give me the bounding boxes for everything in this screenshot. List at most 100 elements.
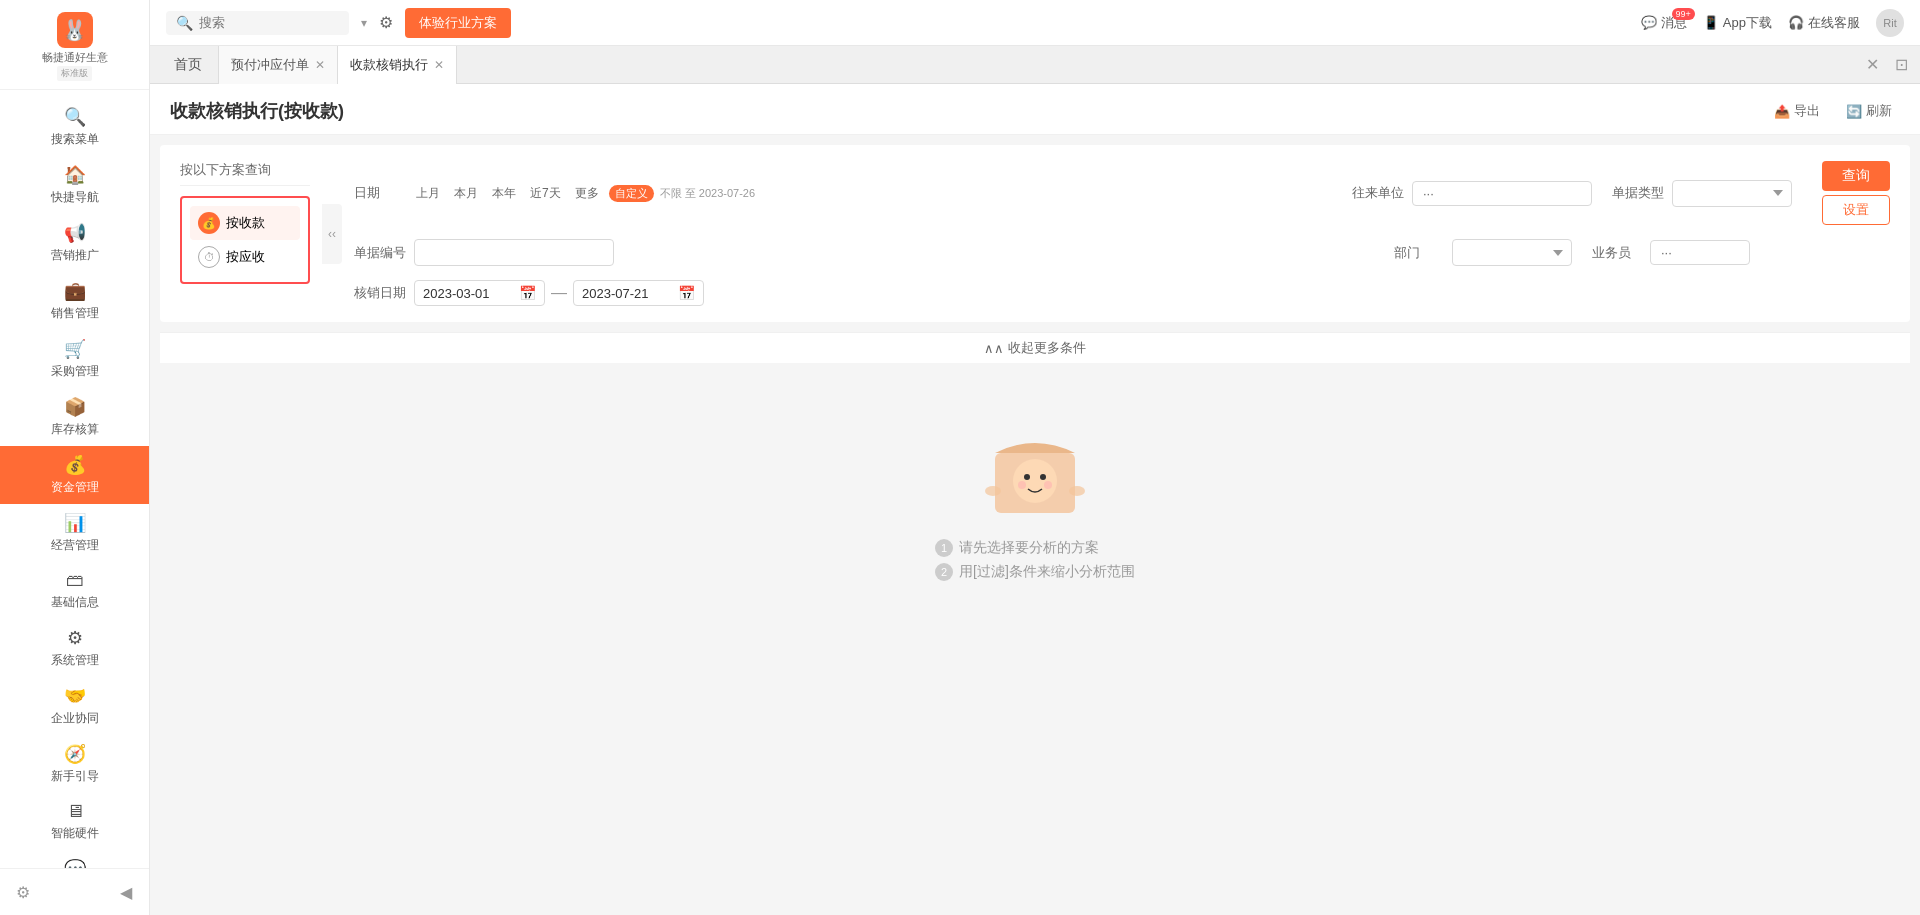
industry-solution-button[interactable]: 体验行业方案: [405, 8, 511, 38]
app-download-icon: 📱: [1703, 15, 1719, 30]
doc-type-field: 单据类型: [1612, 180, 1792, 207]
sidebar-item-basics[interactable]: 🗃 基础信息: [0, 562, 149, 619]
doc-no-field: 单据编号: [354, 239, 614, 266]
counterpart-label: 往来单位: [1352, 184, 1404, 202]
settings-button[interactable]: 设置: [1822, 195, 1890, 225]
sidebar: 🐰 畅捷通好生意 标准版 🔍 搜索菜单 🏠 快捷导航 📢 营销推广 💼 销售管理…: [0, 0, 150, 915]
filter-sidebar-collapse-btn[interactable]: ‹‹: [322, 204, 342, 264]
doc-type-select[interactable]: [1672, 180, 1792, 207]
topbar-search-box[interactable]: 🔍: [166, 11, 349, 35]
topbar: 🔍 ▾ ⚙ 体验行业方案 💬 消息 99+ 📱 App下载 🎧 在线客服 Rit: [150, 0, 1920, 46]
tabbar-right: ✕ ⊡: [1862, 51, 1912, 78]
filter-type-sidebar: 按以下方案查询 💰 按收款 ⏱ 按应收: [180, 161, 310, 306]
marketing-icon: 📢: [64, 222, 86, 244]
date-this-month[interactable]: 本月: [450, 183, 482, 204]
operations-icon: 📊: [64, 512, 86, 534]
filter-row-2: 单据编号 部门 业务员 ···: [354, 239, 1890, 266]
calendar-end-icon[interactable]: 📅: [678, 285, 695, 301]
sidebar-item-search[interactable]: 🔍 搜索菜单: [0, 98, 149, 156]
avatar: Rit: [1876, 9, 1904, 37]
sidebar-item-quicknav[interactable]: 🏠 快捷导航: [0, 156, 149, 214]
custom-date-badge[interactable]: 自定义: [609, 185, 654, 202]
main-content: 🔍 ▾ ⚙ 体验行业方案 💬 消息 99+ 📱 App下载 🎧 在线客服 Rit: [150, 0, 1920, 915]
filter-form: 日期 上月 本月 本年 近7天 更多 自定义 不限 至 2023-07-26 往…: [354, 161, 1890, 306]
svg-point-5: [1044, 481, 1052, 489]
filter-sidebar-title: 按以下方案查询: [180, 161, 310, 186]
salesperson-label: 业务员: [1592, 244, 1642, 262]
filter-option-by-receivable[interactable]: ⏱ 按应收: [190, 240, 300, 274]
salesperson-field: 业务员 ···: [1592, 240, 1750, 265]
basics-icon: 🗃: [66, 570, 84, 591]
wechat-icon: 💬: [64, 858, 86, 868]
settings-bottom-btn[interactable]: ⚙: [8, 877, 38, 907]
department-select[interactable]: [1452, 239, 1572, 266]
counterpart-input[interactable]: ···: [1412, 181, 1592, 206]
topbar-chevron-icon[interactable]: ▾: [361, 16, 367, 30]
date-range-divider: —: [551, 284, 567, 302]
date-more[interactable]: 更多: [571, 183, 603, 204]
sales-icon: 💼: [64, 280, 86, 302]
app-download-button[interactable]: 📱 App下载: [1703, 14, 1772, 32]
filter-option-by-collection[interactable]: 💰 按收款: [190, 206, 300, 240]
date-this-year[interactable]: 本年: [488, 183, 520, 204]
hardware-icon: 🖥: [66, 801, 84, 822]
tab-prepay[interactable]: 预付冲应付单 ✕: [219, 46, 338, 84]
department-label: 部门: [1394, 244, 1444, 262]
topbar-gear-icon[interactable]: ⚙: [379, 13, 393, 32]
sidebar-item-guide[interactable]: 🧭 新手引导: [0, 735, 149, 793]
salesperson-input[interactable]: ···: [1650, 240, 1750, 265]
collapse-label: 收起更多条件: [1008, 339, 1086, 357]
export-button[interactable]: 📤 导出: [1766, 98, 1828, 124]
export-icon: 📤: [1774, 104, 1790, 119]
sidebar-item-sales[interactable]: 💼 销售管理: [0, 272, 149, 330]
sidebar-item-system[interactable]: ⚙ 系统管理: [0, 619, 149, 677]
logo-badge: 标准版: [57, 66, 92, 81]
svg-point-7: [1069, 486, 1085, 496]
sidebar-item-wechat[interactable]: 💬 企业微信: [0, 850, 149, 868]
tab-collection-close[interactable]: ✕: [434, 59, 444, 71]
search-topbar-icon: 🔍: [176, 15, 193, 31]
sidebar-item-marketing[interactable]: 📢 营销推广: [0, 214, 149, 272]
doc-no-label: 单据编号: [354, 244, 406, 262]
empty-illustration: [975, 423, 1095, 523]
calendar-start-icon[interactable]: 📅: [519, 285, 536, 301]
funds-icon: 💰: [64, 454, 86, 476]
online-service-button[interactable]: 🎧 在线客服: [1788, 14, 1860, 32]
sidebar-logo: 🐰 畅捷通好生意 标准版: [0, 0, 149, 90]
verification-start-input[interactable]: [423, 286, 513, 301]
svg-point-6: [985, 486, 1001, 496]
sidebar-item-operations[interactable]: 📊 经营管理: [0, 504, 149, 562]
sidebar-item-collab[interactable]: 🤝 企业协同: [0, 677, 149, 735]
date-label: 日期: [354, 184, 404, 202]
doc-no-input[interactable]: [414, 239, 614, 266]
close-all-tabs-btn[interactable]: ✕: [1862, 51, 1883, 78]
sidebar-footer: ⚙ ◀: [0, 868, 149, 915]
department-field: 部门: [1394, 239, 1572, 266]
user-avatar-area[interactable]: Rit: [1876, 9, 1904, 37]
sidebar-item-funds[interactable]: 💰 资金管理: [0, 446, 149, 504]
tabbar: 首页 预付冲应付单 ✕ 收款核销执行 ✕ ✕ ⊡: [150, 46, 1920, 84]
empty-state: 1 请先选择要分析的方案 2 用[过滤]条件来缩小分析范围: [150, 363, 1920, 647]
message-button[interactable]: 💬 消息 99+: [1641, 14, 1687, 32]
query-button[interactable]: 查询: [1822, 161, 1890, 191]
sidebar-item-inventory[interactable]: 📦 库存核算: [0, 388, 149, 446]
tab-collection[interactable]: 收款核销执行 ✕: [338, 46, 457, 84]
sidebar-item-purchase[interactable]: 🛒 采购管理: [0, 330, 149, 388]
tab-prepay-close[interactable]: ✕: [315, 59, 325, 71]
empty-hint-1: 1 请先选择要分析的方案: [935, 539, 1135, 557]
date-links: 上月 本月 本年 近7天 更多 自定义 不限 至 2023-07-26: [412, 183, 755, 204]
maximize-btn[interactable]: ⊡: [1891, 51, 1912, 78]
collapse-sidebar-btn[interactable]: ◀: [111, 877, 141, 907]
topbar-search-input[interactable]: [199, 15, 339, 30]
page-header-actions: 📤 导出 🔄 刷新: [1766, 98, 1900, 124]
verification-end-input[interactable]: [582, 286, 672, 301]
date-7days[interactable]: 近7天: [526, 183, 565, 204]
filter-row-1: 日期 上月 本月 本年 近7天 更多 自定义 不限 至 2023-07-26 往…: [354, 161, 1890, 225]
refresh-button[interactable]: 🔄 刷新: [1838, 98, 1900, 124]
collapse-more-conditions-btn[interactable]: ∧∧ 收起更多条件: [160, 332, 1910, 363]
date-last-month[interactable]: 上月: [412, 183, 444, 204]
sidebar-item-hardware[interactable]: 🖥 智能硬件: [0, 793, 149, 850]
verification-end-wrap: 📅: [573, 280, 704, 306]
sidebar-menu: 🔍 搜索菜单 🏠 快捷导航 📢 营销推广 💼 销售管理 🛒 采购管理 📦 库存核…: [0, 90, 149, 868]
tab-home[interactable]: 首页: [158, 46, 219, 84]
